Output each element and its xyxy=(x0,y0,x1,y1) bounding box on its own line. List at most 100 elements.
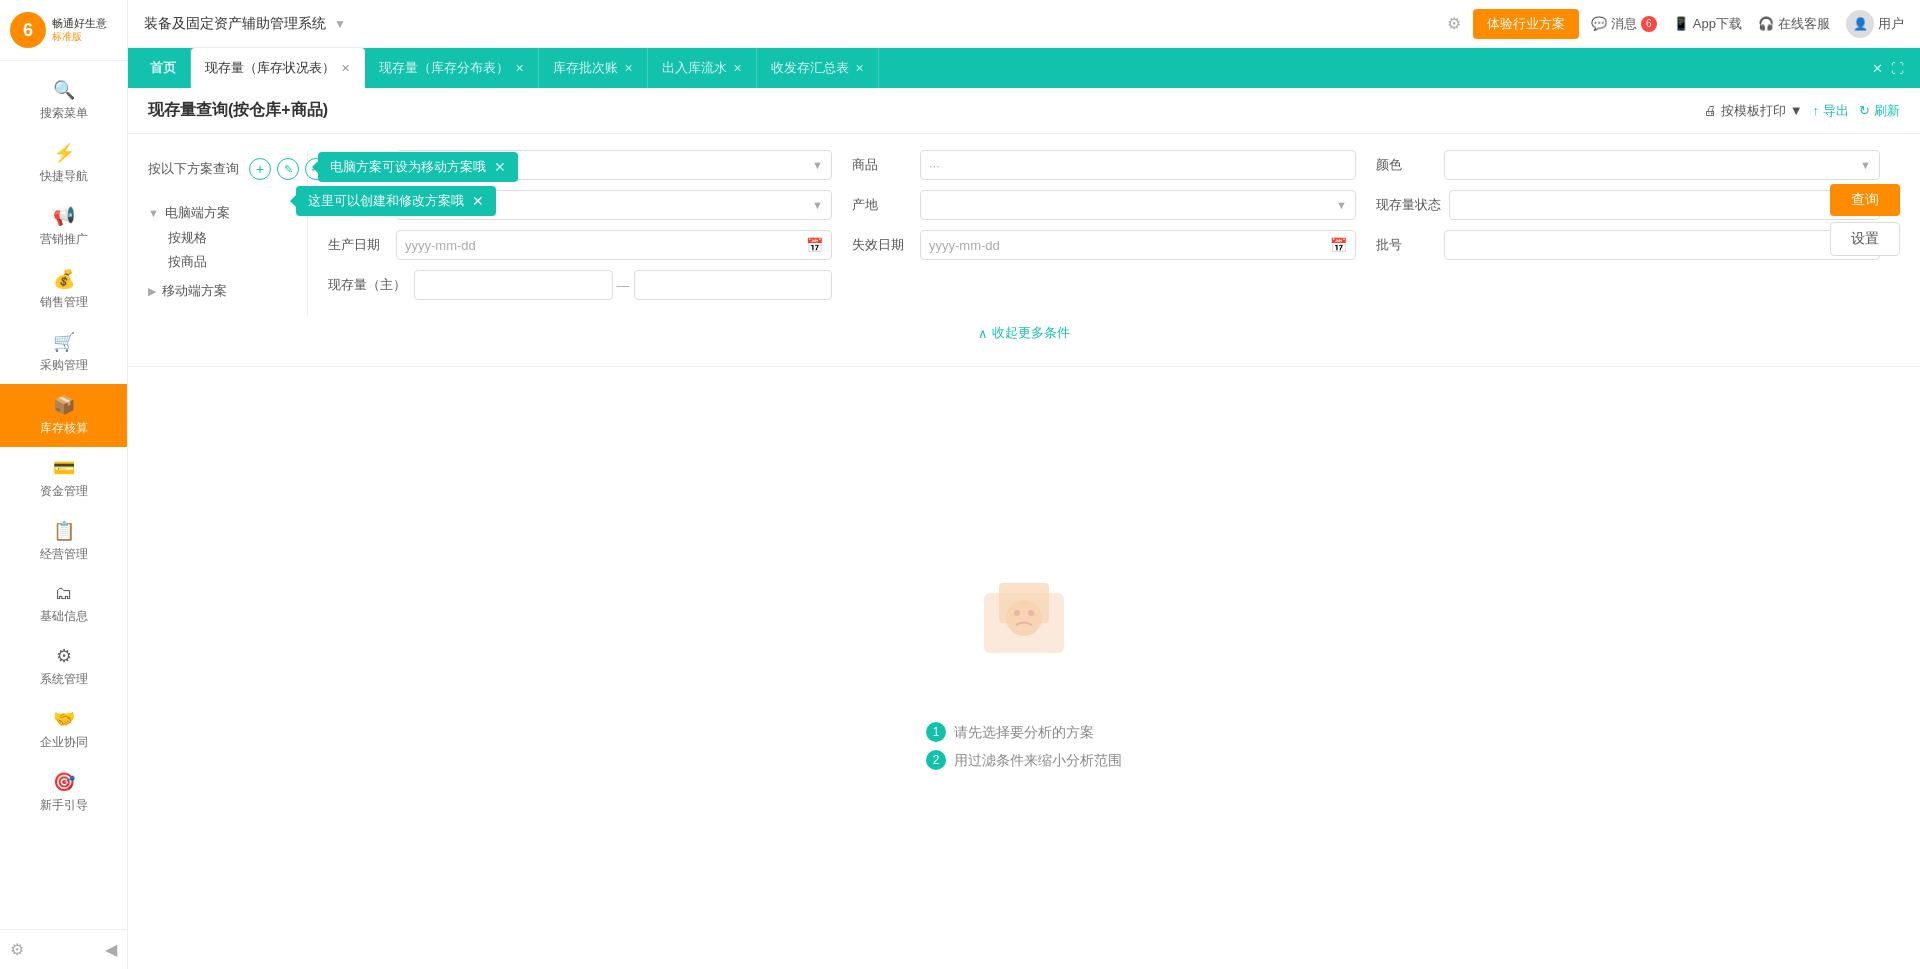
sidebar-item-inventory[interactable]: 📦 库存核算 xyxy=(0,384,127,447)
tab-batch-ledger[interactable]: 库存批次账 ✕ xyxy=(539,48,648,88)
goods-select[interactable]: ··· xyxy=(920,150,1356,180)
edit-tooltip-close[interactable]: ✕ xyxy=(472,193,484,209)
headset-icon: 🎧 xyxy=(1758,16,1774,31)
query-button[interactable]: 查询 xyxy=(1830,184,1900,216)
filter-row-1: 仓库 ··· ▼ 商品 ··· xyxy=(328,150,1880,180)
export-icon: ↑ xyxy=(1813,103,1820,118)
expire-date-input[interactable]: yyyy-mm-dd 📅 xyxy=(920,230,1356,260)
add-scheme-button[interactable]: + xyxy=(249,158,271,180)
filter-row-3: 生产日期 yyyy-mm-dd 📅 失效日期 yyyy-mm-dd 📅 xyxy=(328,230,1880,260)
avatar: 👤 xyxy=(1846,10,1874,38)
messages-badge: 6 xyxy=(1641,16,1657,32)
warehouse-arrow-icon: ▼ xyxy=(812,159,823,171)
batch-input[interactable] xyxy=(1444,230,1880,260)
stock-main-to-input[interactable] xyxy=(634,270,833,300)
sidebar-item-quick[interactable]: ⚡ 快捷导航 xyxy=(0,132,127,195)
empty-step-2: 2 用过滤条件来缩小分析范围 xyxy=(926,746,1122,774)
tab-close-inventory-dist[interactable]: ✕ xyxy=(515,62,524,75)
filter-goods: 商品 ··· xyxy=(852,150,1356,180)
step-2-num: 2 xyxy=(926,750,946,770)
color-select[interactable]: ▼ xyxy=(1444,150,1880,180)
scheme-group-pc: ▼ 电脑端方案 按规格 按商品 xyxy=(148,200,307,274)
scheme-group-mobile: ▶ 移动端方案 xyxy=(148,278,307,304)
collapse-sidebar-icon[interactable]: ◀ xyxy=(105,940,117,959)
sidebar-item-operations[interactable]: 📋 经营管理 xyxy=(0,510,127,573)
svg-point-4 xyxy=(1028,610,1034,616)
template-print-button[interactable]: 🖨 按模板打印 ▼ xyxy=(1704,102,1803,120)
stock-status-select[interactable]: ▼ xyxy=(1449,190,1880,220)
sidebar-nav: 🔍 搜索菜单 ⚡ 快捷导航 📢 营销推广 💰 销售管理 🛒 采购管理 📦 库存核… xyxy=(0,61,127,929)
tab-minimize-icon[interactable]: ✕ xyxy=(1872,61,1883,76)
sidebar-item-enterprise[interactable]: 🤝 企业协同 xyxy=(0,698,127,761)
enterprise-icon: 🤝 xyxy=(53,708,75,730)
mobile-scheme-header[interactable]: ▶ 移动端方案 xyxy=(148,278,307,304)
origin-select[interactable]: ▼ xyxy=(920,190,1356,220)
filter-by-scheme-label: 按以下方案查询 xyxy=(148,160,239,178)
sidebar-item-purchase[interactable]: 🛒 采购管理 xyxy=(0,321,127,384)
topbar-right: 💬 消息 6 📱 App下载 🎧 在线客服 👤 用户 xyxy=(1591,10,1904,38)
collapse-row: ∧ 收起更多条件 xyxy=(148,316,1900,350)
tab-summary[interactable]: 收发存汇总表 ✕ xyxy=(757,48,879,88)
empty-illustration xyxy=(964,563,1084,702)
sidebar-item-system[interactable]: ⚙ 系统管理 xyxy=(0,635,127,698)
sidebar-item-sales[interactable]: 💰 销售管理 xyxy=(0,258,127,321)
filter-fields: 仓库 ··· ▼ 商品 ··· xyxy=(308,150,1900,316)
online-support-button[interactable]: 🎧 在线客服 xyxy=(1758,15,1830,33)
tab-close-flow[interactable]: ✕ xyxy=(733,62,742,75)
filter-stock-status: 现存量状态 ▼ xyxy=(1376,190,1880,220)
search-icon: 🔍 xyxy=(53,79,75,101)
tab-close-inventory-status[interactable]: ✕ xyxy=(341,62,350,75)
filter-batch: 批号 xyxy=(1376,230,1880,260)
pc-arrow-icon: ▼ xyxy=(148,207,159,219)
app-download-button[interactable]: 📱 App下载 xyxy=(1673,15,1742,33)
scheme-item-by-spec[interactable]: 按规格 xyxy=(168,226,307,250)
experience-button[interactable]: 体验行业方案 xyxy=(1473,9,1579,39)
reset-button[interactable]: 设置 xyxy=(1830,222,1900,256)
edit-scheme-button[interactable]: ✎ xyxy=(277,158,299,180)
refresh-button[interactable]: ↻ 刷新 xyxy=(1859,102,1900,120)
marketing-icon: 📢 xyxy=(53,205,75,227)
sidebar-item-newbie[interactable]: 🎯 新手引导 xyxy=(0,761,127,824)
tab-flow[interactable]: 出入库流水 ✕ xyxy=(648,48,757,88)
color-arrow-icon: ▼ xyxy=(1860,159,1871,171)
user-profile[interactable]: 👤 用户 xyxy=(1846,10,1904,38)
sidebar-item-label: 经营管理 xyxy=(40,546,88,563)
stock-main-range: — xyxy=(414,270,832,300)
tab-inventory-dist[interactable]: 现存量（库存分布表） ✕ xyxy=(365,48,539,88)
messages-button[interactable]: 💬 消息 6 xyxy=(1591,15,1657,33)
empty-description: 1 请先选择要分析的方案 2 用过滤条件来缩小分析范围 xyxy=(926,718,1122,774)
collapse-button[interactable]: ∧ 收起更多条件 xyxy=(978,324,1070,342)
pc-scheme-header[interactable]: ▼ 电脑端方案 xyxy=(148,200,307,226)
settings-bottom-icon[interactable]: ⚙ xyxy=(10,940,24,959)
filter-color: 颜色 ▼ xyxy=(1376,150,1880,180)
sidebar-item-label: 系统管理 xyxy=(40,671,88,688)
scheme-item-by-goods[interactable]: 按商品 xyxy=(168,250,307,274)
stock-main-from-input[interactable] xyxy=(414,270,613,300)
tab-close-batch-ledger[interactable]: ✕ xyxy=(624,62,633,75)
filter-expire-date: 失效日期 yyyy-mm-dd 📅 xyxy=(852,230,1356,260)
tab-maximize-icon[interactable]: ⛶ xyxy=(1891,61,1904,76)
phone-icon: 📱 xyxy=(1673,16,1689,31)
refresh-icon: ↻ xyxy=(1859,103,1870,118)
quick-icon: ⚡ xyxy=(53,142,75,164)
message-icon: 💬 xyxy=(1591,16,1607,31)
svg-point-3 xyxy=(1014,610,1020,616)
tab-home[interactable]: 首页 xyxy=(136,48,191,88)
export-button[interactable]: ↑ 导出 xyxy=(1813,102,1850,120)
topbar-gear-icon[interactable]: ⚙ xyxy=(1447,14,1461,33)
prod-date-input[interactable]: yyyy-mm-dd 📅 xyxy=(396,230,832,260)
tab-close-summary[interactable]: ✕ xyxy=(855,62,864,75)
scheme-tooltip-close[interactable]: ✕ xyxy=(494,159,506,175)
sidebar-item-marketing[interactable]: 📢 营销推广 xyxy=(0,195,127,258)
sidebar-item-label: 基础信息 xyxy=(40,608,88,625)
system-dropdown-arrow[interactable]: ▼ xyxy=(334,17,346,31)
sidebar-item-finance[interactable]: 💳 资金管理 xyxy=(0,447,127,510)
sidebar-item-basic[interactable]: 🗂 基础信息 xyxy=(0,573,127,635)
topbar: 装备及固定资产辅助管理系统 ▼ ⚙ 体验行业方案 💬 消息 6 📱 App下载 … xyxy=(128,0,1920,48)
empty-state: 1 请先选择要分析的方案 2 用过滤条件来缩小分析范围 xyxy=(128,367,1920,969)
sales-icon: 💰 xyxy=(53,268,75,290)
tabbar-end: ✕ ⛶ xyxy=(1864,61,1912,76)
sidebar-item-label: 快捷导航 xyxy=(40,168,88,185)
tab-inventory-status[interactable]: 现存量（库存状况表） ✕ xyxy=(191,48,365,88)
sidebar-item-search[interactable]: 🔍 搜索菜单 xyxy=(0,69,127,132)
